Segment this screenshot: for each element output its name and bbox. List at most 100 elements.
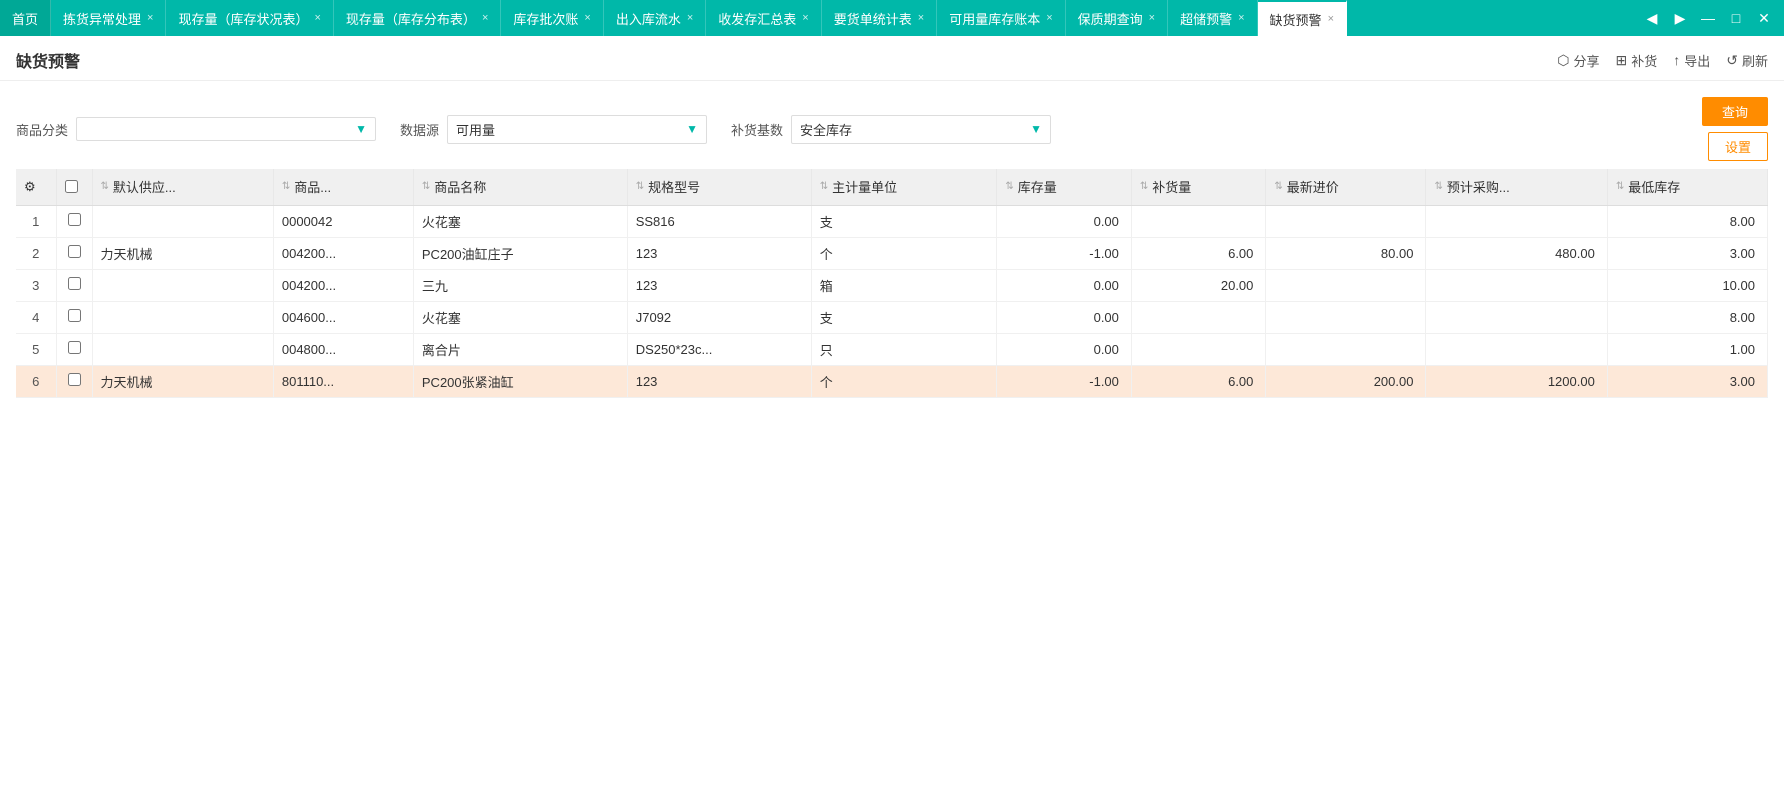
row-checkbox-1[interactable] [68,245,81,258]
col-replenish-qty[interactable]: ⇅ 补货量 [1131,169,1266,205]
table-row: 2 力天机械 004200... PC200油缸庄子 123 个 -1.00 6… [16,237,1768,269]
col-stock[interactable]: ⇅ 库存量 [997,169,1132,205]
nav-tab-5[interactable]: 出入库流水 × [604,0,706,36]
settings-button[interactable]: 设置 [1708,132,1768,161]
col-latest-price[interactable]: ⇅ 最新进价 [1266,169,1426,205]
share-button[interactable]: ⬡ 分享 [1557,51,1599,70]
col-min-stock[interactable]: ⇅ 最低库存 [1607,169,1767,205]
row-code-4: 004800... [273,333,413,365]
refresh-icon: ↺ [1726,52,1738,69]
nav-next-button[interactable]: ▶ [1668,6,1692,30]
nav-tab-4[interactable]: 库存批次账 × [501,0,603,36]
col-estimated-purchase-label: 预计采购... [1447,177,1510,196]
row-stock-0: 0.00 [997,205,1132,237]
col-gear[interactable]: ⚙ [16,169,56,205]
col-default-supplier[interactable]: ⇅ 默认供应... [92,169,273,205]
row-unit-2: 箱 [811,269,997,301]
nav-tab-2[interactable]: 现存量（库存状况表） × [166,0,333,36]
row-checkbox-cell-4[interactable] [56,333,92,365]
datasource-select[interactable]: 可用量 ▼ [447,115,707,144]
row-supplier-3 [92,301,273,333]
nav-prev-button[interactable]: ◀ [1640,6,1664,30]
window-maximize-button[interactable]: □ [1724,6,1748,30]
row-stock-5: -1.00 [997,365,1132,397]
nav-tab-8[interactable]: 可用量库存账本 × [937,0,1065,36]
nav-tab-4-close[interactable]: × [584,12,590,24]
replenish-button[interactable]: ⊞ 补货 [1615,51,1657,70]
window-close-button[interactable]: ✕ [1752,6,1776,30]
window-minimize-button[interactable]: — [1696,6,1720,30]
nav-tab-7[interactable]: 要货单统计表 × [822,0,937,36]
row-code-1: 004200... [273,237,413,269]
row-checkbox-2[interactable] [68,277,81,290]
row-estimated-purchase-2 [1426,269,1607,301]
table-row: 6 力天机械 801110... PC200张紧油缸 123 个 -1.00 6… [16,365,1768,397]
nav-tab-3-close[interactable]: × [482,12,488,24]
nav-tab-6-label: 收发存汇总表 [718,9,796,28]
col-spec[interactable]: ⇅ 规格型号 [627,169,811,205]
filter-actions: 查询 设置 [1702,97,1768,161]
row-num-0: 1 [16,205,56,237]
row-checkbox-cell-5[interactable] [56,365,92,397]
col-product-name[interactable]: ⇅ 商品名称 [413,169,627,205]
col-estimated-purchase[interactable]: ⇅ 预计采购... [1426,169,1607,205]
nav-tab-5-close[interactable]: × [687,12,693,24]
row-num-4: 5 [16,333,56,365]
nav-tab-8-close[interactable]: × [1046,12,1052,24]
share-icon: ⬡ [1557,52,1569,69]
nav-tab-9[interactable]: 保质期查询 × [1066,0,1168,36]
row-estimated-purchase-4 [1426,333,1607,365]
row-checkbox-cell-2[interactable] [56,269,92,301]
nav-tab-home[interactable]: 首页 [0,0,51,36]
nav-tab-10[interactable]: 超储预警 × [1168,0,1257,36]
row-spec-1: 123 [627,237,811,269]
nav-tab-6-close[interactable]: × [802,12,808,24]
row-name-1: PC200油缸庄子 [413,237,627,269]
query-button[interactable]: 查询 [1702,97,1768,126]
nav-tab-11-close[interactable]: × [1328,13,1334,25]
export-button[interactable]: ↑ 导出 [1673,51,1710,70]
row-checkbox-0[interactable] [68,213,81,226]
nav-tab-4-label: 库存批次账 [513,9,578,28]
row-checkbox-3[interactable] [68,309,81,322]
nav-tab-7-close[interactable]: × [918,12,924,24]
col-default-supplier-label: 默认供应... [113,177,176,196]
row-checkbox-4[interactable] [68,341,81,354]
nav-tab-2-close[interactable]: × [314,12,320,24]
refresh-button[interactable]: ↺ 刷新 [1726,51,1768,70]
nav-tab-11[interactable]: 缺货预警 × [1258,0,1347,36]
row-latest-price-1: 80.00 [1266,237,1426,269]
table-body: 1 0000042 火花塞 SS816 支 0.00 8.00 2 力天机械 0… [16,205,1768,397]
row-name-4: 离合片 [413,333,627,365]
category-select[interactable]: ▼ [76,117,376,141]
gear-icon: ⚙ [24,179,36,195]
table-container: ⚙ ⇅ 默认供应... [0,169,1784,398]
nav-tab-1-close[interactable]: × [147,12,153,24]
nav-tab-9-close[interactable]: × [1149,12,1155,24]
table-row: 3 004200... 三九 123 箱 0.00 20.00 10.00 [16,269,1768,301]
row-checkbox-5[interactable] [68,373,81,386]
sort-icon-2: ⇅ [282,181,290,192]
replenish-basis-value: 安全库存 [800,120,852,139]
nav-tab-10-close[interactable]: × [1238,12,1244,24]
row-checkbox-cell-0[interactable] [56,205,92,237]
row-checkbox-cell-1[interactable] [56,237,92,269]
row-checkbox-cell-3[interactable] [56,301,92,333]
col-unit[interactable]: ⇅ 主计量单位 [811,169,997,205]
nav-tab-1[interactable]: 拣货异常处理 × [51,0,166,36]
table-header-row: ⚙ ⇅ 默认供应... [16,169,1768,205]
select-all-checkbox[interactable] [65,180,78,193]
category-label: 商品分类 [16,120,68,139]
nav-tab-3[interactable]: 现存量（库存分布表） × [334,0,501,36]
col-min-stock-label: 最低库存 [1628,177,1680,196]
datasource-value: 可用量 [456,120,495,139]
row-num-5: 6 [16,365,56,397]
col-product-code[interactable]: ⇅ 商品... [273,169,413,205]
row-supplier-2 [92,269,273,301]
nav-tab-6[interactable]: 收发存汇总表 × [706,0,821,36]
row-code-3: 004600... [273,301,413,333]
row-replenish-qty-3 [1131,301,1266,333]
col-replenish-qty-label: 补货量 [1152,177,1191,196]
export-icon: ↑ [1673,52,1680,68]
replenish-basis-select[interactable]: 安全库存 ▼ [791,115,1051,144]
